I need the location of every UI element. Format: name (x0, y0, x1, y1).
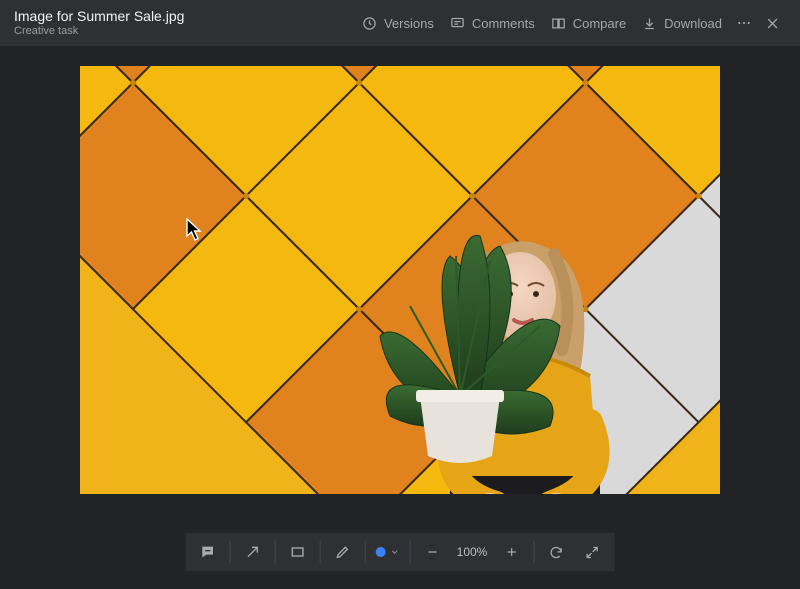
close-button[interactable] (758, 9, 786, 37)
download-icon (642, 16, 657, 31)
rectangle-icon (290, 544, 306, 560)
comment-pin-icon (200, 544, 216, 560)
comments-button[interactable]: Comments (442, 12, 543, 35)
zoom-out-button[interactable] (417, 537, 449, 567)
history-icon (362, 16, 377, 31)
compare-button[interactable]: Compare (543, 12, 634, 35)
chevron-down-icon (390, 547, 400, 557)
zoom-in-button[interactable] (495, 537, 527, 567)
expand-icon (585, 545, 600, 560)
arrow-tool-button[interactable] (237, 537, 269, 567)
color-picker-button[interactable] (372, 537, 404, 567)
compare-icon (551, 16, 566, 31)
close-icon (765, 16, 780, 31)
comment-icon (450, 16, 465, 31)
arrow-icon (245, 544, 261, 560)
more-icon (736, 15, 752, 31)
minus-icon (426, 545, 440, 559)
plus-icon (504, 545, 518, 559)
more-button[interactable] (730, 9, 758, 37)
comment-pin-button[interactable] (192, 537, 224, 567)
rectangle-tool-button[interactable] (282, 537, 314, 567)
color-dot-icon (376, 547, 386, 557)
annotation-toolbar: 100% (186, 533, 615, 571)
zoom-level-label: 100% (453, 545, 492, 559)
download-button[interactable]: Download (634, 12, 730, 35)
reset-view-button[interactable] (540, 537, 572, 567)
title-block: Image for Summer Sale.jpg Creative task (14, 8, 184, 39)
header-bar: Image for Summer Sale.jpg Creative task … (0, 0, 800, 46)
comments-label: Comments (472, 16, 535, 31)
fullscreen-button[interactable] (576, 537, 608, 567)
pen-icon (335, 544, 351, 560)
file-title: Image for Summer Sale.jpg (14, 8, 184, 25)
compare-label: Compare (573, 16, 626, 31)
pen-tool-button[interactable] (327, 537, 359, 567)
download-label: Download (664, 16, 722, 31)
versions-button[interactable]: Versions (354, 12, 442, 35)
image-canvas[interactable] (80, 66, 720, 494)
versions-label: Versions (384, 16, 434, 31)
refresh-icon (549, 545, 564, 560)
file-subtitle: Creative task (14, 25, 184, 38)
